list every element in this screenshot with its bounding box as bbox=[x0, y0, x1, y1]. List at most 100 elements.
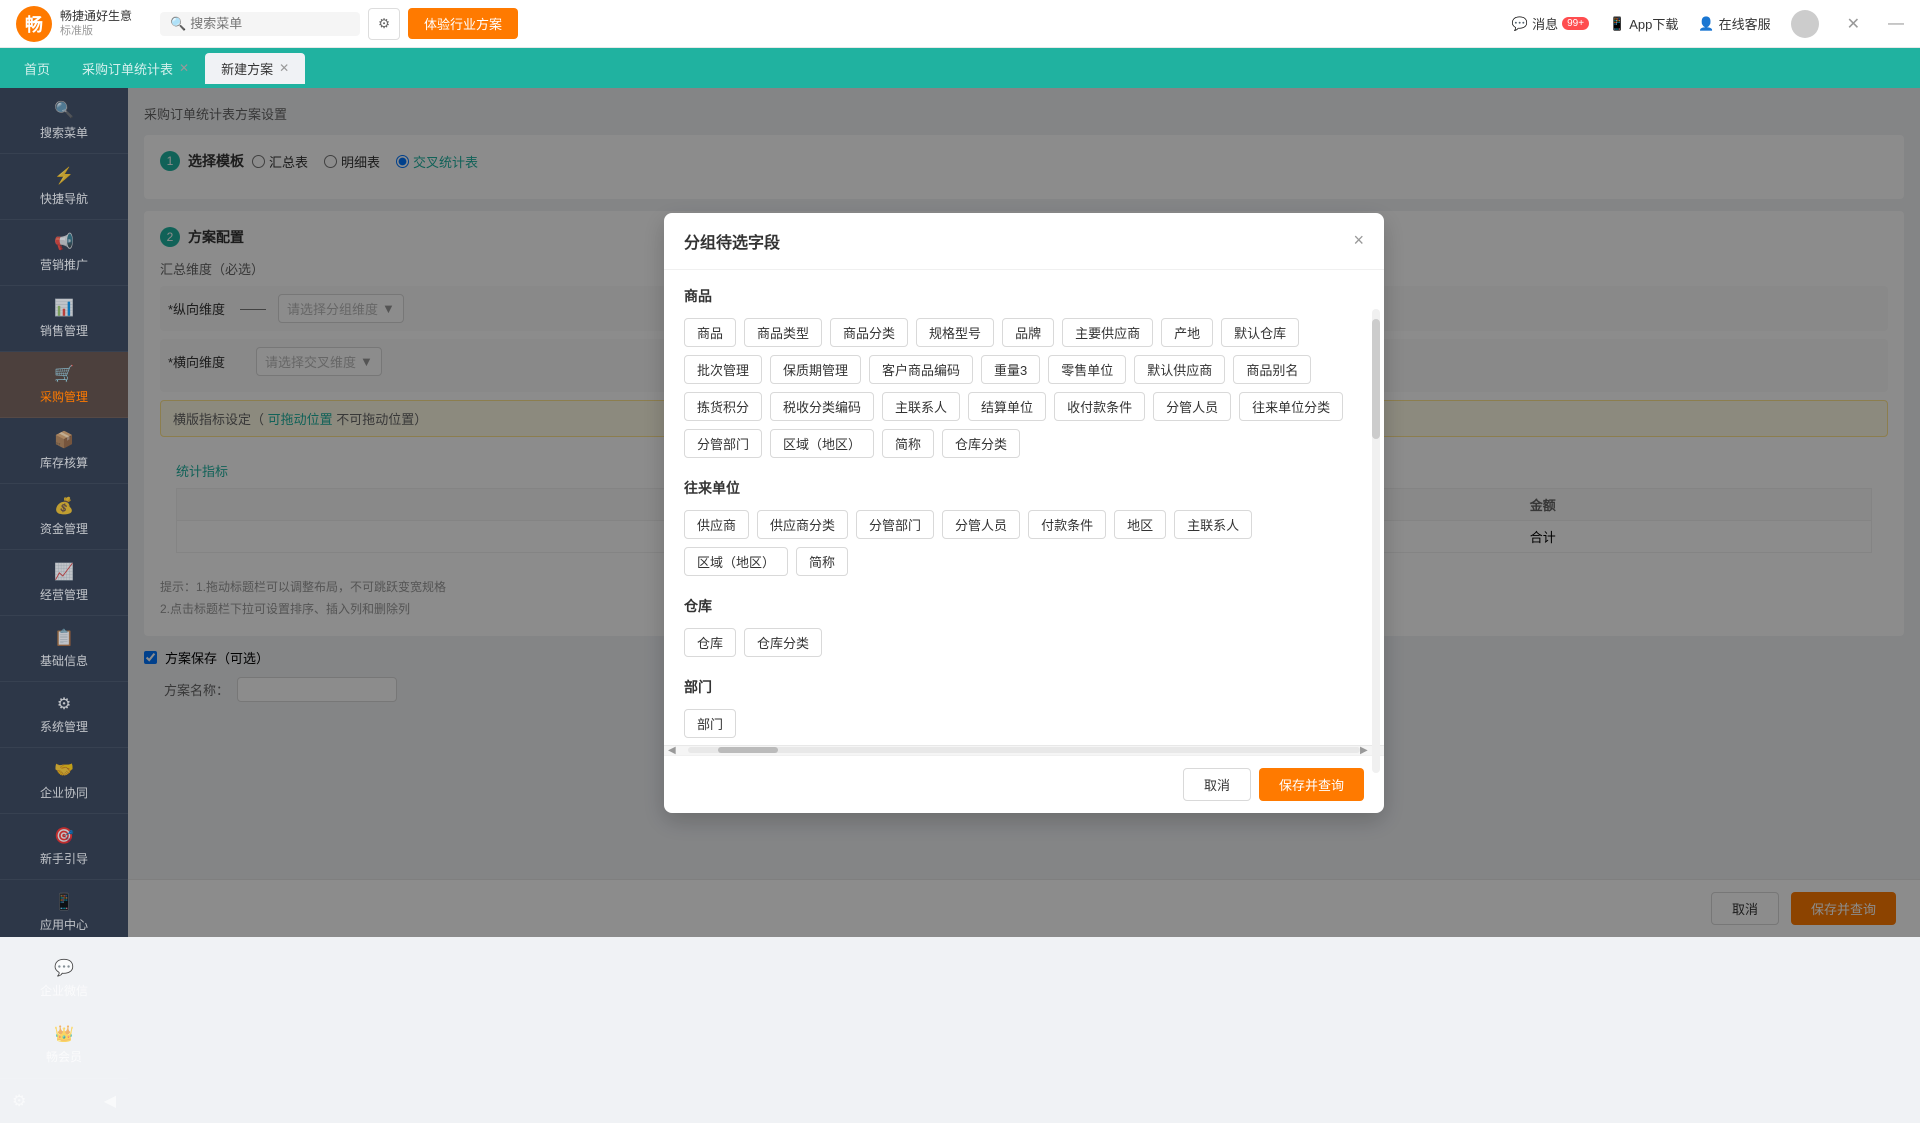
tag-batch-mgmt[interactable]: 批次管理 bbox=[684, 355, 762, 384]
close-top-button[interactable]: ✕ bbox=[1847, 14, 1860, 34]
modal-vscroll-thumb[interactable] bbox=[1372, 319, 1380, 439]
tag-main-contact[interactable]: 主联系人 bbox=[882, 392, 960, 421]
search-icon: 🔍 bbox=[170, 16, 186, 32]
minimize-button[interactable]: — bbox=[1888, 15, 1904, 33]
modal-title: 分组待选字段 bbox=[684, 229, 780, 253]
modal-hscroll[interactable]: ◀ ▶ bbox=[664, 745, 1384, 755]
tag-area[interactable]: 地区 bbox=[1114, 510, 1166, 539]
nav-tabs: 首页 采购订单统计表 ✕ 新建方案 ✕ bbox=[0, 48, 1920, 88]
search-sidebar-icon: 🔍 bbox=[54, 100, 74, 120]
wechat-icon: 💬 bbox=[54, 958, 74, 978]
top-right-area: 💬 消息 99+ 📱 App下载 👤 在线客服 ✕ — bbox=[1512, 10, 1904, 38]
tag-supplier-category[interactable]: 供应商分类 bbox=[757, 510, 848, 539]
tag-goods[interactable]: 商品 bbox=[684, 318, 736, 347]
service-icon: 👤 bbox=[1698, 16, 1714, 32]
tag-pick-points[interactable]: 拣货积分 bbox=[684, 392, 762, 421]
sidebar-item-collab[interactable]: 🤝 企业协同 bbox=[0, 748, 128, 814]
tag-goods-alias[interactable]: 商品别名 bbox=[1233, 355, 1311, 384]
section-dept: 部门 部门 bbox=[684, 677, 1364, 738]
sidebar-item-member[interactable]: 👑 畅会员 bbox=[0, 1012, 128, 1078]
section-goods: 商品 商品 商品类型 商品分类 规格型号 品牌 主要供应商 产地 默认仓库 批次… bbox=[684, 286, 1364, 458]
tag-settlement-unit[interactable]: 结算单位 bbox=[968, 392, 1046, 421]
section-warehouse: 仓库 仓库 仓库分类 bbox=[684, 596, 1364, 657]
hscroll-thumb[interactable] bbox=[718, 747, 778, 753]
avatar[interactable] bbox=[1791, 10, 1819, 38]
tag-customer-code[interactable]: 客户商品编码 bbox=[869, 355, 973, 384]
modal-confirm-button[interactable]: 保存并查询 bbox=[1259, 768, 1364, 801]
tag-warehouse-category[interactable]: 仓库分类 bbox=[744, 628, 822, 657]
tab-purchase-stats[interactable]: 采购订单统计表 ✕ bbox=[66, 53, 205, 84]
sidebar-item-marketing[interactable]: 📢 营销推广 bbox=[0, 220, 128, 286]
modal-header: 分组待选字段 × bbox=[664, 213, 1384, 270]
sidebar-item-system[interactable]: ⚙ 系统管理 bbox=[0, 682, 128, 748]
tag-goods-category[interactable]: 商品分类 bbox=[830, 318, 908, 347]
tag-default-supplier[interactable]: 默认供应商 bbox=[1134, 355, 1225, 384]
tag-tax-code[interactable]: 税收分类编码 bbox=[770, 392, 874, 421]
sidebar-item-quicknav[interactable]: ⚡ 快捷导航 bbox=[0, 154, 128, 220]
tag-manage-dept[interactable]: 分管部门 bbox=[856, 510, 934, 539]
tag-manager[interactable]: 分管人员 bbox=[1153, 392, 1231, 421]
tag-shelf-life[interactable]: 保质期管理 bbox=[770, 355, 861, 384]
modal-overlay: 分组待选字段 × 商品 商品 商品类型 商品分类 规格型号 品牌 bbox=[128, 88, 1920, 937]
tag-department[interactable]: 部门 bbox=[684, 709, 736, 738]
download-icon: 📱 bbox=[1609, 16, 1625, 32]
tag-origin[interactable]: 产地 bbox=[1161, 318, 1213, 347]
collab-icon: 🤝 bbox=[54, 760, 74, 780]
tag-spec-model[interactable]: 规格型号 bbox=[916, 318, 994, 347]
sidebar-item-basic-info[interactable]: 📋 基础信息 bbox=[0, 616, 128, 682]
sidebar-collapse-button[interactable]: ◀ bbox=[104, 1091, 116, 1111]
tag-region[interactable]: 区域（地区） bbox=[770, 429, 874, 458]
tag-short-name[interactable]: 简称 bbox=[882, 429, 934, 458]
tag-retail-unit[interactable]: 零售单位 bbox=[1048, 355, 1126, 384]
tag-short2[interactable]: 简称 bbox=[796, 547, 848, 576]
tag-partner-category[interactable]: 往来单位分类 bbox=[1239, 392, 1343, 421]
experience-button[interactable]: 体验行业方案 bbox=[408, 8, 518, 39]
tab-home[interactable]: 首页 bbox=[8, 53, 66, 84]
sidebar-item-wechat[interactable]: 💬 企业微信 bbox=[0, 946, 128, 1012]
tag-goods-type[interactable]: 商品类型 bbox=[744, 318, 822, 347]
modal-cancel-button[interactable]: 取消 bbox=[1183, 768, 1251, 801]
message-icon: 💬 bbox=[1512, 16, 1528, 32]
message-badge: 99+ bbox=[1562, 17, 1589, 30]
operations-icon: 📈 bbox=[54, 562, 74, 582]
tag-payment-terms[interactable]: 收付款条件 bbox=[1054, 392, 1145, 421]
sidebar-item-inventory[interactable]: 📦 库存核算 bbox=[0, 418, 128, 484]
tab-new-plan[interactable]: 新建方案 ✕ bbox=[205, 53, 305, 84]
hscroll-track bbox=[688, 747, 1360, 753]
top-bar: 畅 畅捷通好生意 标准版 🔍 ⚙ 体验行业方案 💬 消息 99+ 📱 App下载… bbox=[0, 0, 1920, 48]
online-service-button[interactable]: 👤 在线客服 bbox=[1698, 14, 1770, 33]
sidebar-item-sales[interactable]: 📊 销售管理 bbox=[0, 286, 128, 352]
tag-payment-cond[interactable]: 付款条件 bbox=[1028, 510, 1106, 539]
search-input[interactable] bbox=[190, 16, 330, 31]
sidebar-item-app-center[interactable]: 📱 应用中心 bbox=[0, 880, 128, 946]
tag-region2[interactable]: 区域（地区） bbox=[684, 547, 788, 576]
tag-dept[interactable]: 分管部门 bbox=[684, 429, 762, 458]
tag-warehouse[interactable]: 仓库 bbox=[684, 628, 736, 657]
goods-tags: 商品 商品类型 商品分类 规格型号 品牌 主要供应商 产地 默认仓库 批次管理 … bbox=[684, 318, 1364, 458]
tag-manage-person[interactable]: 分管人员 bbox=[942, 510, 1020, 539]
sidebar-item-guide[interactable]: 🎯 新手引导 bbox=[0, 814, 128, 880]
tag-brand[interactable]: 品牌 bbox=[1002, 318, 1054, 347]
tag-warehouse-cat[interactable]: 仓库分类 bbox=[942, 429, 1020, 458]
section-warehouse-title: 仓库 bbox=[684, 596, 1364, 616]
tag-main-supplier[interactable]: 主要供应商 bbox=[1062, 318, 1153, 347]
sidebar-item-finance[interactable]: 💰 资金管理 bbox=[0, 484, 128, 550]
tab-new-close[interactable]: ✕ bbox=[279, 61, 289, 75]
app-download-button[interactable]: 📱 App下载 bbox=[1609, 14, 1678, 33]
tag-main-contact2[interactable]: 主联系人 bbox=[1174, 510, 1252, 539]
tag-supplier[interactable]: 供应商 bbox=[684, 510, 749, 539]
sidebar-item-purchase[interactable]: 🛒 采购管理 bbox=[0, 352, 128, 418]
settings-button[interactable]: ⚙ bbox=[368, 8, 400, 40]
tag-weight3[interactable]: 重量3 bbox=[981, 355, 1040, 384]
modal-vscroll-track bbox=[1372, 309, 1380, 773]
search-box[interactable]: 🔍 bbox=[160, 12, 360, 36]
message-button[interactable]: 💬 消息 99+ bbox=[1512, 14, 1589, 33]
sidebar-settings-button[interactable]: ⚙ bbox=[12, 1091, 26, 1111]
sidebar-bottom: ⚙ ◀ bbox=[0, 1078, 128, 1123]
sidebar-item-operations[interactable]: 📈 经营管理 bbox=[0, 550, 128, 616]
tab-purchase-close[interactable]: ✕ bbox=[179, 61, 189, 75]
tag-default-warehouse[interactable]: 默认仓库 bbox=[1221, 318, 1299, 347]
modal-close-button[interactable]: × bbox=[1353, 230, 1364, 251]
sidebar-item-search[interactable]: 🔍 搜索菜单 bbox=[0, 88, 128, 154]
main-layout: 🔍 搜索菜单 ⚡ 快捷导航 📢 营销推广 📊 销售管理 🛒 采购管理 📦 库存核… bbox=[0, 88, 1920, 937]
